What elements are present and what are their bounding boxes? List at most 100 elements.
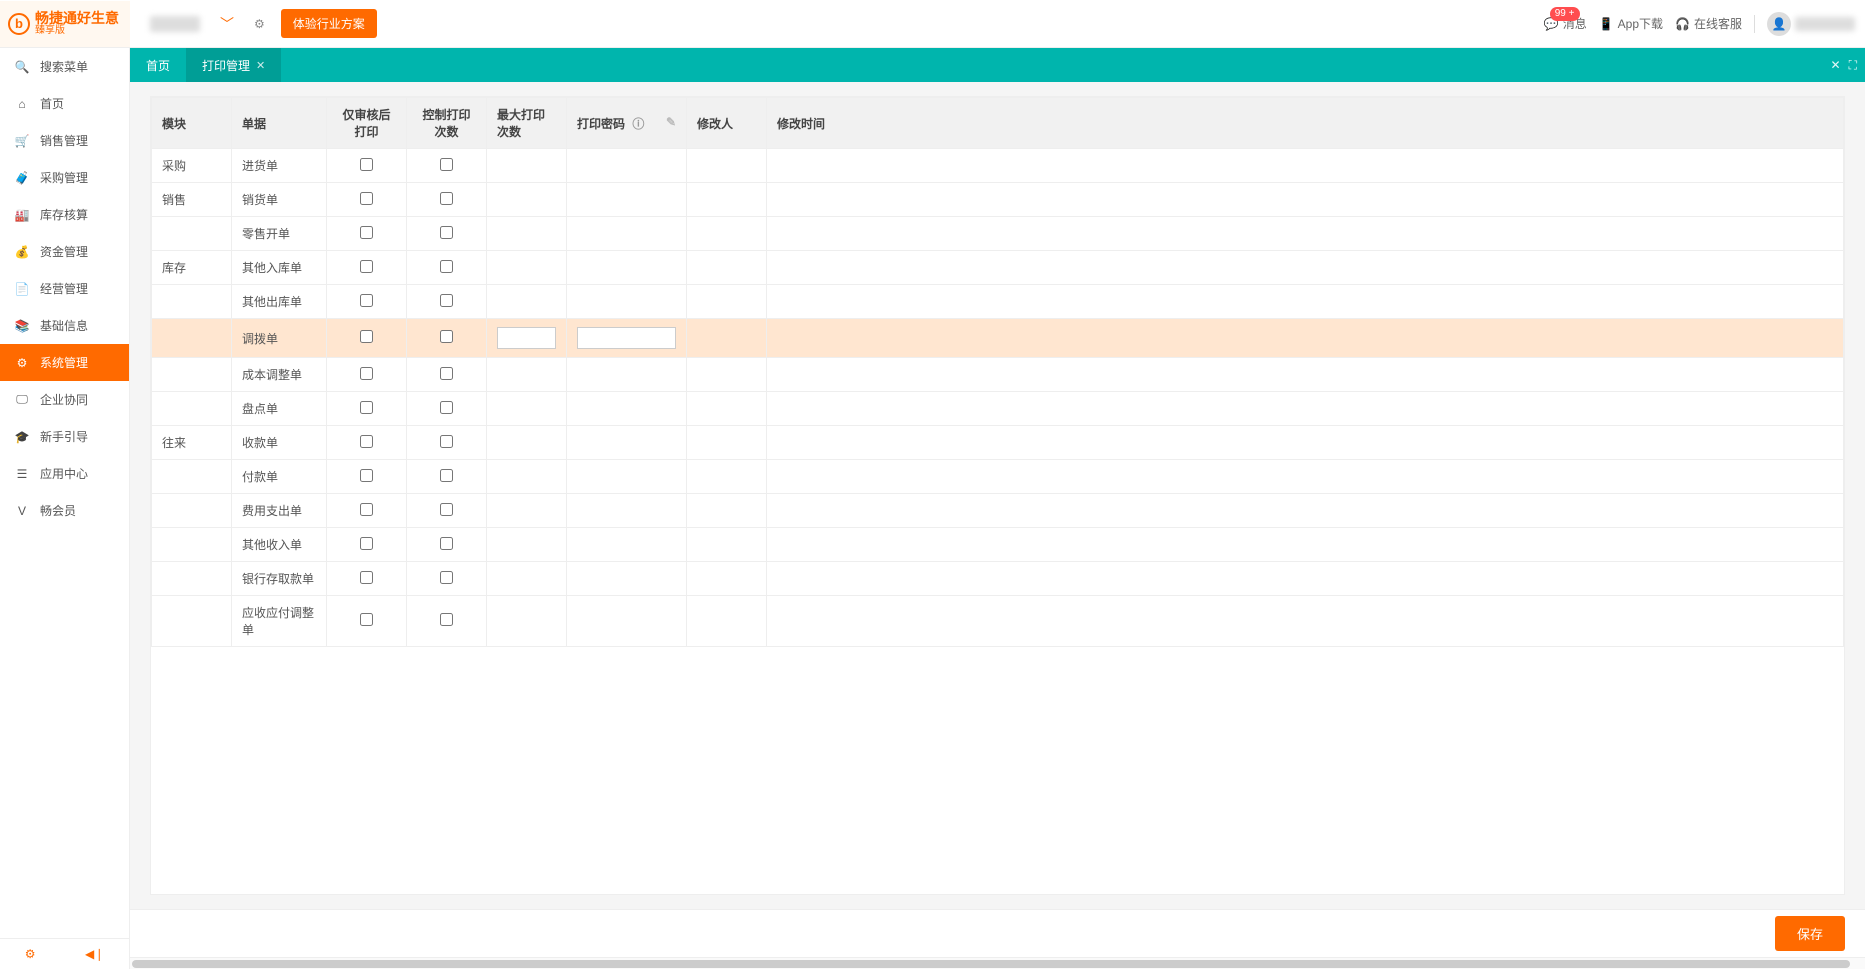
sidebar-item-label: 库存核算 <box>40 206 88 223</box>
avatar-icon: 👤 <box>1767 12 1791 36</box>
sidebar-item-purchase[interactable]: 🧳采购管理 <box>0 159 129 196</box>
checkbox[interactable] <box>440 537 453 550</box>
horizontal-scrollbar[interactable] <box>130 957 1865 969</box>
cell-module <box>152 528 232 562</box>
cell-doc: 付款单 <box>232 460 327 494</box>
sidebar-item-label: 首页 <box>40 95 64 112</box>
checkbox[interactable] <box>360 503 373 516</box>
checkbox[interactable] <box>440 367 453 380</box>
checkbox[interactable] <box>440 401 453 414</box>
cell-ctrl-count <box>407 251 487 285</box>
cell-max-count <box>487 285 567 319</box>
checkbox[interactable] <box>360 226 373 239</box>
sidebar-collapse-icon[interactable]: ◀❘ <box>85 947 104 961</box>
checkbox[interactable] <box>360 571 373 584</box>
cell-max-count <box>487 251 567 285</box>
cell-print-pwd <box>567 319 687 358</box>
sidebar-settings-icon[interactable]: ⚙ <box>25 947 36 961</box>
sidebar-item-newbie[interactable]: 🎓新手引导 <box>0 418 129 455</box>
checkbox[interactable] <box>440 260 453 273</box>
checkbox[interactable] <box>360 330 373 343</box>
online-service-link[interactable]: 🎧 在线客服 <box>1675 15 1742 32</box>
checkbox[interactable] <box>440 192 453 205</box>
th-modified-at: 修改时间 <box>767 98 1844 149</box>
cell-modifier <box>687 358 767 392</box>
tab-print-mgmt-tab[interactable]: 打印管理✕ <box>186 48 281 82</box>
gear-icon[interactable]: ⚙ <box>254 17 265 31</box>
industry-plan-button[interactable]: 体验行业方案 <box>281 9 377 38</box>
user-menu[interactable]: 👤 <box>1767 12 1855 36</box>
checkbox[interactable] <box>440 294 453 307</box>
max-count-input[interactable] <box>497 327 556 349</box>
cell-print-pwd <box>567 528 687 562</box>
horizontal-scrollbar-thumb[interactable] <box>132 960 1850 968</box>
checkbox[interactable] <box>360 367 373 380</box>
sidebar-item-funds[interactable]: 💰资金管理 <box>0 233 129 270</box>
checkbox[interactable] <box>440 330 453 343</box>
th-ctrl-count: 控制打印次数 <box>407 98 487 149</box>
app-download-link[interactable]: 📱 App下载 <box>1599 15 1663 32</box>
content-area: 模块 单据 仅审核后打印 控制打印次数 最大打印次数 打印密码 ⓘ ✎ <box>130 82 1865 909</box>
sidebar-item-base-info[interactable]: 📚基础信息 <box>0 307 129 344</box>
sidebar-item-ent-coop[interactable]: 🖵企业协同 <box>0 381 129 418</box>
cell-doc: 零售开单 <box>232 217 327 251</box>
sidebar-item-sys-mgmt[interactable]: ⚙系统管理 <box>0 344 129 381</box>
checkbox[interactable] <box>360 401 373 414</box>
cell-modified-at <box>767 149 1844 183</box>
sidebar-item-search-menu[interactable]: 🔍搜索菜单 <box>0 48 129 85</box>
checkbox[interactable] <box>360 613 373 626</box>
checkbox[interactable] <box>360 537 373 550</box>
brand-sub: 臻享版 <box>35 26 119 36</box>
footer-bar: 保存 <box>130 909 1865 957</box>
edit-icon[interactable]: ✎ <box>666 115 676 129</box>
print-pwd-input[interactable] <box>577 327 676 349</box>
checkbox[interactable] <box>440 571 453 584</box>
fullscreen-icon[interactable]: ⛶ <box>1849 58 1857 73</box>
sidebar-item-label: 销售管理 <box>40 132 88 149</box>
sidebar-item-biz[interactable]: 📄经营管理 <box>0 270 129 307</box>
th-module: 模块 <box>152 98 232 149</box>
checkbox[interactable] <box>360 294 373 307</box>
checkbox[interactable] <box>360 158 373 171</box>
sidebar-item-member[interactable]: V畅会员 <box>0 492 129 529</box>
checkbox[interactable] <box>360 260 373 273</box>
cell-audit-print <box>327 149 407 183</box>
checkbox[interactable] <box>360 192 373 205</box>
tab-close-all-icon[interactable]: ✕ <box>1831 58 1841 73</box>
tab-home-tab[interactable]: 首页 <box>130 48 186 82</box>
cell-ctrl-count <box>407 319 487 358</box>
biz-icon: 📄 <box>14 282 30 296</box>
sidebar-item-stock-check[interactable]: 🏭 库存核算 <box>0 196 129 233</box>
table-row: 采购进货单 <box>152 149 1844 183</box>
checkbox[interactable] <box>440 226 453 239</box>
checkbox[interactable] <box>440 613 453 626</box>
base-info-icon: 📚 <box>14 319 30 333</box>
cell-doc: 收款单 <box>232 426 327 460</box>
checkbox[interactable] <box>440 503 453 516</box>
cell-modifier <box>687 217 767 251</box>
messages-link[interactable]: 💬 消息 99 + <box>1544 15 1587 32</box>
sidebar-item-home[interactable]: ⌂首页 <box>0 85 129 122</box>
cell-print-pwd <box>567 183 687 217</box>
save-button[interactable]: 保存 <box>1775 916 1845 951</box>
sidebar-item-label: 搜索菜单 <box>40 58 88 75</box>
cell-audit-print <box>327 392 407 426</box>
cell-doc: 盘点单 <box>232 392 327 426</box>
brand-logo[interactable]: b 畅捷通好生意 臻享版 <box>0 1 130 47</box>
checkbox[interactable] <box>440 469 453 482</box>
cell-modified-at <box>767 494 1844 528</box>
phone-icon: 📱 <box>1599 17 1614 31</box>
checkbox[interactable] <box>440 435 453 448</box>
sidebar-item-label: 应用中心 <box>40 465 88 482</box>
help-icon[interactable]: ⓘ <box>632 117 644 131</box>
sidebar-item-app-center[interactable]: ☰应用中心 <box>0 455 129 492</box>
cell-modified-at <box>767 426 1844 460</box>
stock-check-icon: 🏭 <box>14 208 30 222</box>
checkbox[interactable] <box>360 469 373 482</box>
checkbox[interactable] <box>440 158 453 171</box>
company-selector[interactable]: ﹀ <box>150 14 244 34</box>
cell-doc: 其他收入单 <box>232 528 327 562</box>
sidebar-item-sales[interactable]: 🛒销售管理 <box>0 122 129 159</box>
close-icon[interactable]: ✕ <box>256 59 265 72</box>
checkbox[interactable] <box>360 435 373 448</box>
